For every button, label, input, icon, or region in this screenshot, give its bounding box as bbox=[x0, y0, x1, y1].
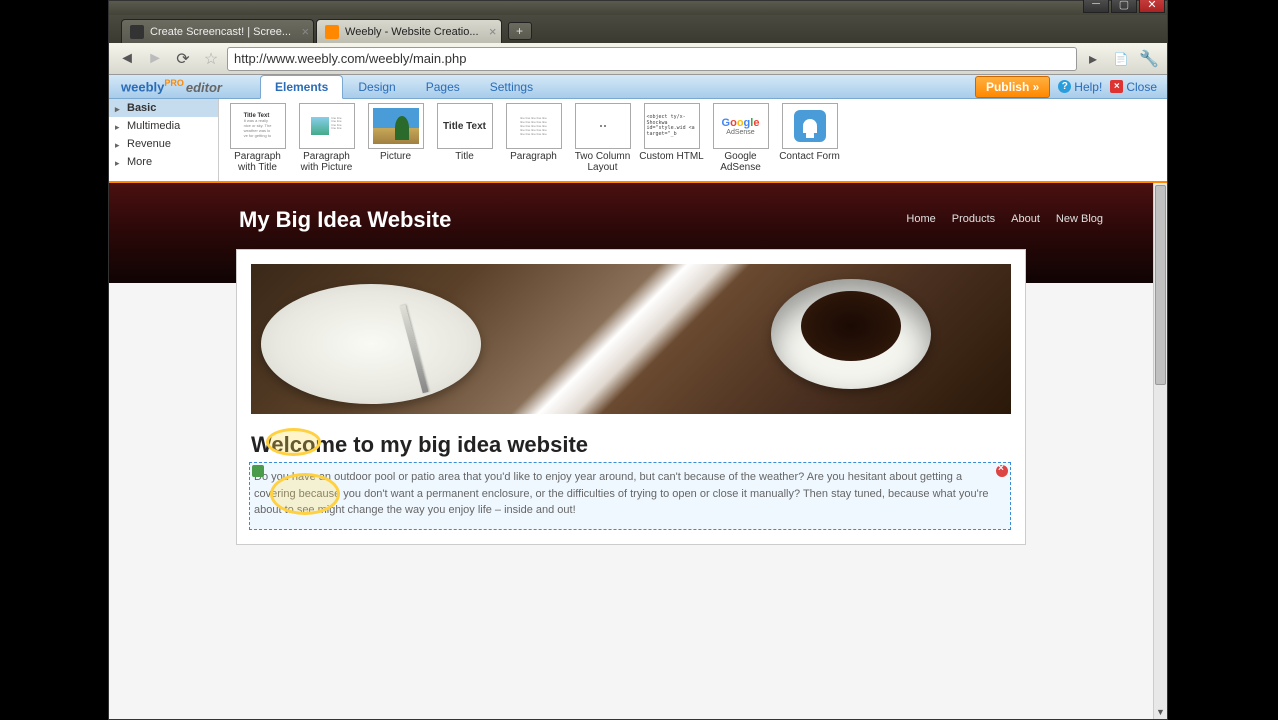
element-title[interactable]: Title Text Title bbox=[432, 103, 497, 177]
close-icon: × bbox=[1110, 80, 1123, 93]
paragraph-picture-icon: line lineline lineline lineline line bbox=[309, 115, 343, 137]
chevron-right-icon: ▸ bbox=[115, 104, 120, 115]
close-editor-link[interactable]: × Close bbox=[1110, 80, 1157, 94]
chevron-right-icon: ▸ bbox=[115, 158, 120, 169]
forward-button[interactable]: ► bbox=[143, 47, 167, 71]
paragraph-icon: line line line line lineline line line l… bbox=[506, 103, 562, 149]
element-paragraph[interactable]: line line line line lineline line line l… bbox=[501, 103, 566, 177]
paragraph-title-icon: Title TextIt was a reallynice or sky. Th… bbox=[241, 110, 275, 141]
favicon-icon bbox=[130, 25, 144, 39]
window-minimize-button[interactable]: ─ bbox=[1083, 0, 1109, 13]
google-icon: GoogleAdSense bbox=[722, 117, 760, 136]
vertical-scrollbar[interactable]: ▲ ▼ bbox=[1153, 183, 1167, 719]
element-paragraph-with-picture[interactable]: line lineline lineline lineline line Par… bbox=[294, 103, 359, 177]
chevron-right-icon: ▸ bbox=[115, 122, 120, 133]
tab-close-icon[interactable]: × bbox=[301, 24, 309, 39]
title-icon: Title Text bbox=[437, 103, 493, 149]
page-menu-button[interactable]: 📄 bbox=[1109, 47, 1133, 71]
tab-close-icon[interactable]: × bbox=[489, 24, 497, 39]
tab-design[interactable]: Design bbox=[343, 75, 410, 99]
element-two-column[interactable]: Two Column Layout bbox=[570, 103, 635, 177]
element-paragraph-with-title[interactable]: Title TextIt was a reallynice or sky. Th… bbox=[225, 103, 290, 177]
browser-navbar: ◄ ► ⟳ ☆ http://www.weebly.com/weebly/mai… bbox=[109, 43, 1167, 75]
category-basic[interactable]: ▸Basic bbox=[109, 99, 218, 117]
scroll-thumb[interactable] bbox=[1155, 185, 1166, 385]
new-tab-button[interactable]: + bbox=[508, 22, 532, 40]
browser-tabbar: Create Screencast! | Scree... × Weebly -… bbox=[109, 15, 1167, 43]
weebly-logo: weeblyPROeditor bbox=[113, 77, 230, 97]
element-contact-form[interactable]: Contact Form bbox=[777, 103, 842, 177]
site-nav: Home Products About New Blog bbox=[906, 213, 1103, 225]
browser-tab-weebly[interactable]: Weebly - Website Creatio... × bbox=[316, 19, 501, 43]
nav-about[interactable]: About bbox=[1011, 213, 1040, 225]
window-maximize-button[interactable]: ▢ bbox=[1111, 0, 1137, 13]
tab-title: Weebly - Website Creatio... bbox=[345, 26, 478, 38]
category-revenue[interactable]: ▸Revenue bbox=[109, 135, 218, 153]
editor-tabs: Elements Design Pages Settings bbox=[260, 75, 548, 99]
element-google-adsense[interactable]: GoogleAdSense Google AdSense bbox=[708, 103, 773, 177]
picture-icon bbox=[373, 108, 419, 144]
window-titlebar: ─ ▢ ✕ bbox=[109, 1, 1167, 15]
elements-toolbar: ▸Basic ▸Multimedia ▸Revenue ▸More Title … bbox=[109, 99, 1167, 183]
editor-topbar: weeblyPROeditor Elements Design Pages Se… bbox=[109, 75, 1167, 99]
category-multimedia[interactable]: ▸Multimedia bbox=[109, 117, 218, 135]
hero-image[interactable] bbox=[251, 264, 1011, 414]
tab-pages[interactable]: Pages bbox=[411, 75, 475, 99]
tab-settings[interactable]: Settings bbox=[475, 75, 548, 99]
element-picture[interactable]: Picture bbox=[363, 103, 428, 177]
element-custom-html[interactable]: <object ty/x-Shockwa id="style.wid <a ta… bbox=[639, 103, 704, 177]
canvas-inner[interactable]: My Big Idea Website Home Products About … bbox=[109, 183, 1153, 719]
bookmark-icon[interactable]: ☆ bbox=[199, 47, 223, 71]
elements-strip: Title TextIt was a reallynice or sky. Th… bbox=[219, 99, 1167, 181]
tab-title: Create Screencast! | Scree... bbox=[150, 26, 291, 38]
category-more[interactable]: ▸More bbox=[109, 153, 218, 171]
content-body: Welcome to my big idea website Do you ha… bbox=[109, 249, 1153, 719]
nav-home[interactable]: Home bbox=[906, 213, 935, 225]
help-link[interactable]: ? Help! bbox=[1058, 80, 1102, 94]
nav-products[interactable]: Products bbox=[952, 213, 995, 225]
site-title[interactable]: My Big Idea Website bbox=[239, 207, 451, 233]
category-sidebar: ▸Basic ▸Multimedia ▸Revenue ▸More bbox=[109, 99, 219, 181]
url-text: http://www.weebly.com/weebly/main.php bbox=[234, 51, 466, 66]
tab-elements[interactable]: Elements bbox=[260, 75, 343, 99]
code-icon: <object ty/x-Shockwa id="style.wid <a ta… bbox=[645, 113, 699, 139]
nav-new-blog[interactable]: New Blog bbox=[1056, 213, 1103, 225]
paragraph-text[interactable]: Do you have an outdoor pool or patio are… bbox=[254, 469, 1006, 519]
reload-button[interactable]: ⟳ bbox=[171, 47, 195, 71]
scroll-down-icon[interactable]: ▼ bbox=[1154, 705, 1167, 719]
contact-icon bbox=[794, 110, 826, 142]
paragraph-editing-box[interactable]: Do you have an outdoor pool or patio are… bbox=[249, 462, 1011, 530]
publish-button[interactable]: Publish » bbox=[975, 76, 1050, 98]
content-card: Welcome to my big idea website Do you ha… bbox=[236, 249, 1026, 545]
favicon-icon bbox=[325, 25, 339, 39]
back-button[interactable]: ◄ bbox=[115, 47, 139, 71]
browser-tab-screencast[interactable]: Create Screencast! | Scree... × bbox=[121, 19, 314, 43]
delete-element-button[interactable] bbox=[996, 465, 1008, 477]
window-close-button[interactable]: ✕ bbox=[1139, 0, 1165, 13]
two-column-icon bbox=[596, 121, 610, 131]
go-button[interactable]: ▸ bbox=[1081, 47, 1105, 71]
welcome-heading[interactable]: Welcome to my big idea website bbox=[251, 432, 1011, 458]
help-icon: ? bbox=[1058, 80, 1071, 93]
address-bar[interactable]: http://www.weebly.com/weebly/main.php bbox=[227, 47, 1077, 71]
canvas-area: My Big Idea Website Home Products About … bbox=[109, 183, 1167, 719]
chevron-right-icon: ▸ bbox=[115, 140, 120, 151]
wrench-menu-button[interactable]: 🔧 bbox=[1137, 47, 1161, 71]
